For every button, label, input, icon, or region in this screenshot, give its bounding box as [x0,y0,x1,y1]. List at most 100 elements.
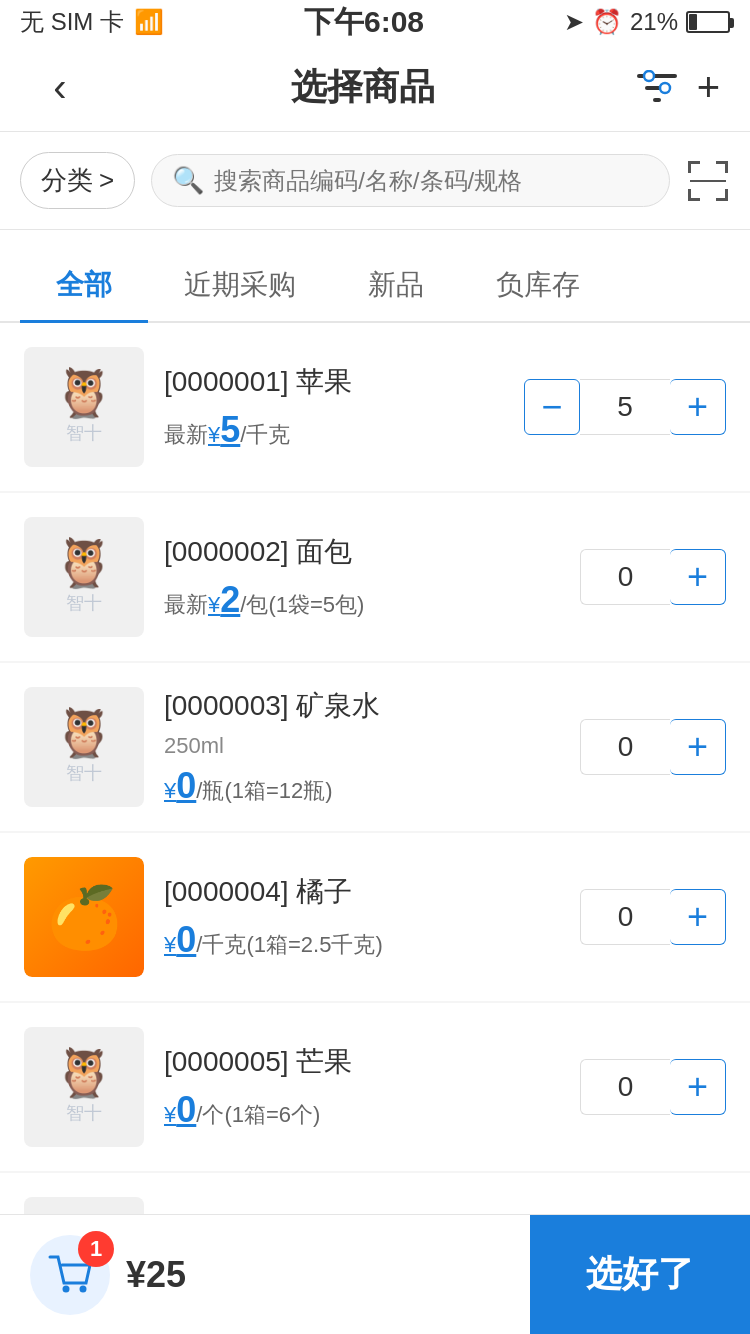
product-image-p4: 🍊 [24,857,144,977]
cart-icon-wrap[interactable]: 1 [30,1235,110,1315]
status-left: 无 SIM 卡 📶 [20,6,164,38]
scan-button[interactable] [686,159,730,203]
product-name: [0000001] 苹果 [164,363,504,401]
price-unit: /千克 [240,420,290,450]
wifi-icon: 📶 [134,8,164,36]
owl-icon: 🦉 [54,1049,114,1097]
category-button[interactable]: 分类 > [20,152,135,209]
qty-input[interactable] [580,719,670,775]
nav-bar: ‹ 选择商品 + [0,44,750,132]
table-row: 🍊 [0000004] 橘子 ¥ 0 /千克(1箱=2.5千克) + [0,833,750,1001]
owl-placeholder: 🦉 智十 [24,347,144,467]
product-image-p5: 🦉 智十 [24,1027,144,1147]
cart-section: 1 ¥25 [0,1235,530,1315]
price-currency: ¥ [164,932,176,958]
carrier-text: 无 SIM 卡 [20,6,124,38]
price-unit: /个(1箱=6个) [196,1100,320,1130]
qty-control-p5: + [580,1059,726,1115]
page-title: 选择商品 [291,63,435,112]
price-value: 0 [176,1089,196,1131]
nav-actions: + [637,65,720,110]
product-info-p5: [0000005] 芒果 ¥ 0 /个(1箱=6个) [164,1043,560,1131]
price-label: 最新 [164,590,208,620]
table-row: 🦉 智十 [0000003] 矿泉水 250ml ¥ 0 /瓶(1箱=12瓶) … [0,663,750,831]
product-name: [0000005] 芒果 [164,1043,560,1081]
svg-point-15 [80,1285,87,1292]
brand-text: 智十 [66,421,102,445]
price-currency: ¥ [164,778,176,804]
qty-control-p1: − + [524,379,726,435]
filter-button[interactable] [637,70,677,106]
svg-rect-2 [653,98,661,102]
price-value: 2 [220,579,240,621]
search-input[interactable] [214,167,649,195]
price-value: 0 [176,765,196,807]
price-label: 最新 [164,420,208,450]
product-info-p2: [0000002] 面包 最新 ¥ 2 /包(1袋=5包) [164,533,560,621]
orange-image: 🍊 [24,857,144,977]
svg-rect-6 [688,161,691,173]
qty-input[interactable] [580,379,670,435]
owl-placeholder: 🦉 智十 [24,687,144,807]
qty-plus-button[interactable]: + [670,719,726,775]
table-row: 🦉 智十 [0000005] 芒果 ¥ 0 /个(1箱=6个) + [0,1003,750,1171]
owl-icon: 🦉 [54,539,114,587]
status-bar: 无 SIM 卡 📶 下午6:08 ➤ ⏰ 21% [0,0,750,44]
product-list: 🦉 智十 [0000001] 苹果 最新 ¥ 5 /千克 − + 🦉 智十 [0,323,750,1334]
qty-control-p4: + [580,889,726,945]
back-button[interactable]: ‹ [30,58,90,118]
tab-bar: 全部 近期采购 新品 负库存 [0,230,750,323]
price-value: 5 [220,409,240,451]
table-row: 🦉 智十 [0000002] 面包 最新 ¥ 2 /包(1袋=5包) + [0,493,750,661]
status-right: ➤ ⏰ 21% [564,8,730,36]
qty-plus-button[interactable]: + [670,889,726,945]
qty-input[interactable] [580,889,670,945]
add-button[interactable]: + [697,65,720,110]
category-chevron-icon: > [99,165,114,196]
qty-control-p3: + [580,719,726,775]
product-price: ¥ 0 /个(1箱=6个) [164,1089,560,1131]
product-spec: 250ml [164,733,560,759]
confirm-button[interactable]: 选好了 [530,1215,750,1335]
search-icon: 🔍 [172,165,204,196]
product-info-p4: [0000004] 橘子 ¥ 0 /千克(1箱=2.5千克) [164,873,560,961]
tab-new[interactable]: 新品 [332,250,460,323]
product-image-p3: 🦉 智十 [24,687,144,807]
qty-input[interactable] [580,549,670,605]
category-label: 分类 [41,163,93,198]
owl-icon: 🦉 [54,709,114,757]
tab-all[interactable]: 全部 [20,250,148,323]
product-price: ¥ 0 /千克(1箱=2.5千克) [164,919,560,961]
product-info-p1: [0000001] 苹果 最新 ¥ 5 /千克 [164,363,504,451]
tab-recent[interactable]: 近期采购 [148,250,332,323]
owl-placeholder: 🦉 智十 [24,1027,144,1147]
price-unit: /包(1袋=5包) [240,590,364,620]
svg-point-14 [63,1285,70,1292]
cart-total: ¥25 [126,1254,186,1296]
svg-point-4 [660,83,670,93]
qty-control-p2: + [580,549,726,605]
product-info-p3: [0000003] 矿泉水 250ml ¥ 0 /瓶(1箱=12瓶) [164,687,560,807]
search-input-wrap: 🔍 [151,154,670,207]
location-icon: ➤ [564,8,584,36]
price-value: 0 [176,919,196,961]
price-unit: /瓶(1箱=12瓶) [196,776,332,806]
qty-plus-button[interactable]: + [670,549,726,605]
qty-input[interactable] [580,1059,670,1115]
svg-rect-12 [725,189,728,201]
qty-minus-button[interactable]: − [524,379,580,435]
search-bar: 分类 > 🔍 [0,132,750,230]
battery-icon [686,11,730,33]
status-time: 下午6:08 [304,2,424,43]
qty-plus-button[interactable]: + [670,1059,726,1115]
table-row: 🦉 智十 [0000001] 苹果 最新 ¥ 5 /千克 − + [0,323,750,491]
qty-plus-button[interactable]: + [670,379,726,435]
product-image-p2: 🦉 智十 [24,517,144,637]
product-name: [0000003] 矿泉水 [164,687,560,725]
price-currency: ¥ [208,422,220,448]
battery-percent: 21% [630,8,678,36]
tab-negative[interactable]: 负库存 [460,250,616,323]
svg-rect-8 [725,161,728,173]
brand-text: 智十 [66,761,102,785]
product-name: [0000002] 面包 [164,533,560,571]
